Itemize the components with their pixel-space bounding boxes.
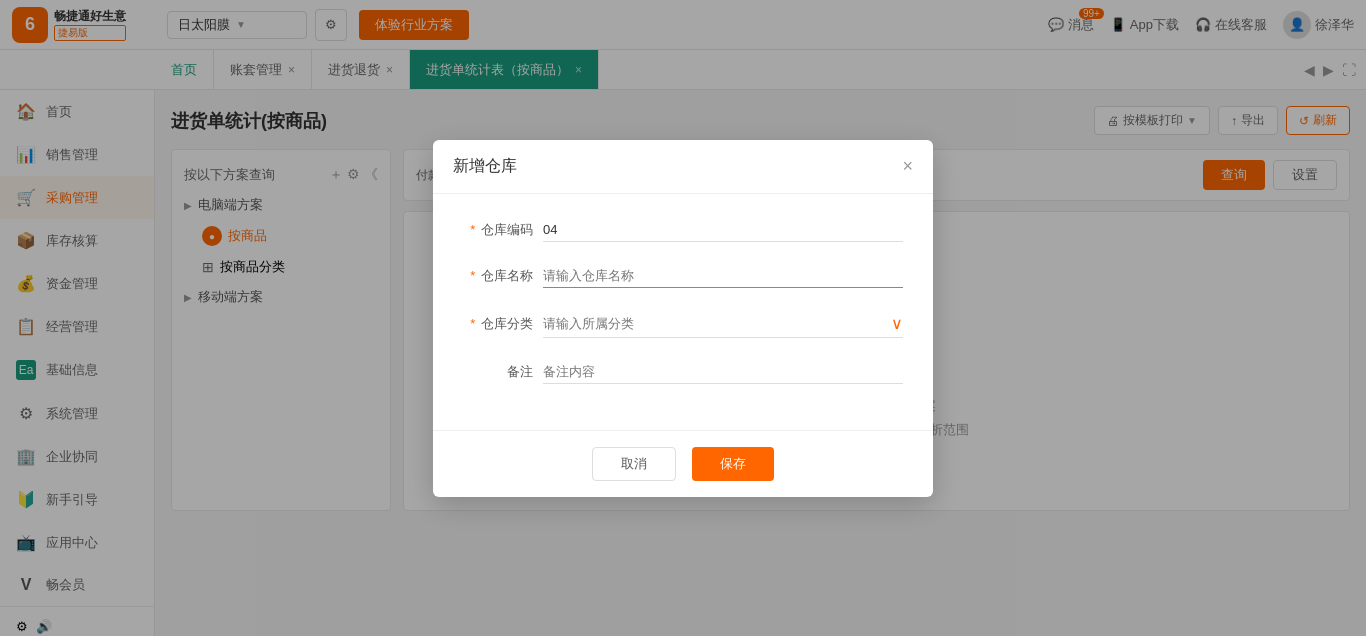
category-dropdown-arrow: ∨: [891, 314, 903, 333]
modal-footer: 取消 保存: [433, 430, 933, 497]
form-row-code: * 仓库编码: [463, 218, 903, 242]
warehouse-name-input[interactable]: [543, 264, 903, 288]
modal-overlay: 新增仓库 × * 仓库编码 * 仓库名称: [0, 0, 1366, 636]
code-required-mark: *: [470, 222, 475, 237]
note-label: 备注: [463, 363, 543, 381]
note-input[interactable]: [543, 360, 903, 384]
form-row-note: 备注: [463, 360, 903, 384]
save-button[interactable]: 保存: [692, 447, 774, 481]
category-select-input[interactable]: [543, 316, 891, 331]
modal-title: 新增仓库: [453, 156, 517, 177]
modal-header: 新增仓库 ×: [433, 140, 933, 194]
category-select-wrap[interactable]: ∨: [543, 310, 903, 338]
category-required-mark: *: [470, 316, 475, 331]
modal-close-button[interactable]: ×: [902, 156, 913, 177]
cancel-button[interactable]: 取消: [592, 447, 676, 481]
form-row-name: * 仓库名称: [463, 264, 903, 288]
modal-body: * 仓库编码 * 仓库名称 * 仓库分类: [433, 194, 933, 430]
name-required-mark: *: [470, 268, 475, 283]
add-warehouse-modal: 新增仓库 × * 仓库编码 * 仓库名称: [433, 140, 933, 497]
warehouse-code-input[interactable]: [543, 218, 903, 242]
form-row-category: * 仓库分类 ∨: [463, 310, 903, 338]
code-label: * 仓库编码: [463, 221, 543, 239]
name-label: * 仓库名称: [463, 267, 543, 285]
category-label: * 仓库分类: [463, 315, 543, 333]
